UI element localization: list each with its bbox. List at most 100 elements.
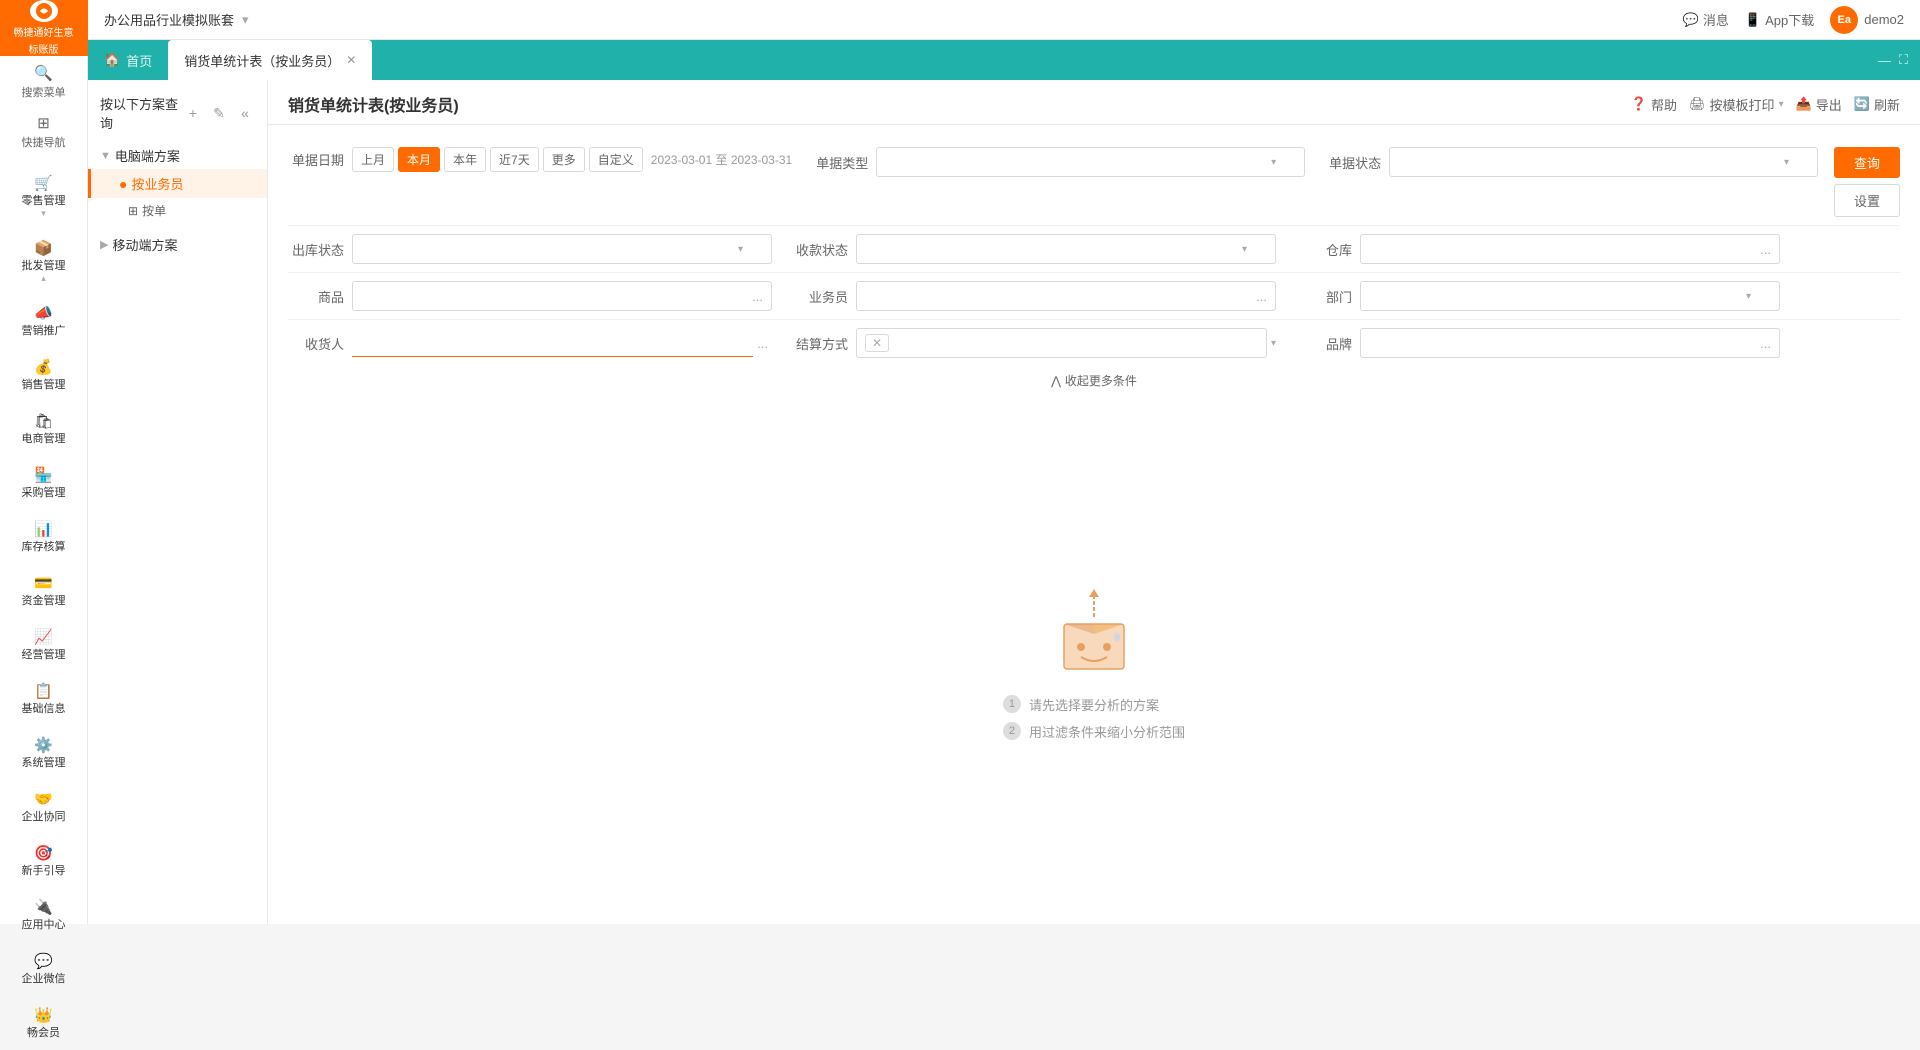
goods-dots[interactable]: ... — [752, 289, 763, 304]
sidebar-item-purchase[interactable]: 🏪 采购管理 — [0, 456, 87, 510]
apps-icon: 🔌 — [34, 898, 53, 916]
sidebar-item-inventory[interactable]: 📊 库存核算 — [0, 510, 87, 564]
sidebar-item-marketing-label: 营销推广 — [22, 322, 66, 338]
date-btn-more[interactable]: 更多 — [543, 147, 585, 172]
sidebar-item-system[interactable]: ⚙️ 系统管理 — [0, 726, 87, 780]
sidebar-item-basic[interactable]: 📋 基础信息 — [0, 672, 87, 726]
salesman-input[interactable]: ... — [856, 281, 1276, 311]
tab-minimize-icon[interactable]: — — [1878, 53, 1891, 68]
doc-status-select[interactable]: ▾ — [1389, 147, 1818, 177]
vip-icon: 👑 — [34, 1006, 53, 1024]
collapse-more-conditions[interactable]: ⋀ 收起更多条件 — [288, 366, 1900, 395]
sidebar-item-sales[interactable]: 💰 销售管理 — [0, 348, 87, 402]
ecommerce-icon: 🛍 — [34, 412, 53, 430]
tab-home[interactable]: 🏠 首页 — [88, 40, 168, 80]
query-button[interactable]: 查询 — [1834, 147, 1900, 178]
date-btn-this-month[interactable]: 本月 — [398, 147, 440, 172]
add-scheme-button[interactable]: + — [183, 103, 203, 123]
tab-sales-report[interactable]: 销货单统计表（按业务员） ✕ — [168, 40, 372, 80]
goods-input[interactable]: ... — [352, 281, 772, 311]
print-button[interactable]: 🖨 按模板打印 ▾ — [1689, 95, 1784, 114]
sidebar-item-marketing[interactable]: 📣 营销推广 — [0, 294, 87, 348]
tab-maximize-icon[interactable]: ⛶ — [1899, 52, 1908, 68]
print-label: 按模板打印 — [1710, 95, 1775, 114]
refresh-button[interactable]: 🔄 刷新 — [1854, 95, 1900, 114]
date-btn-7days[interactable]: 近7天 — [490, 147, 539, 172]
sidebar-item-beginner[interactable]: 🎯 新手引导 — [0, 834, 87, 888]
sidebar-item-wechat-label: 企业微信 — [22, 970, 66, 986]
message-button[interactable]: 💬 消息 — [1683, 10, 1729, 29]
settlement-arrow[interactable]: ▾ — [1271, 338, 1276, 349]
export-button[interactable]: 📤 导出 — [1796, 95, 1842, 114]
settlement-input-wrap[interactable]: ✕ — [856, 328, 1267, 358]
collapse-label: 收起更多条件 — [1065, 372, 1137, 389]
receipt-status-arrow: ▾ — [1242, 244, 1247, 255]
sidebar-item-inventory-label: 库存核算 — [22, 538, 66, 554]
tree-expand-icon: ▼ — [100, 150, 111, 162]
sidebar-logo[interactable]: 畅捷通好生意 标账版 — [0, 0, 88, 56]
scheme-item-order[interactable]: ⊞ 按单 — [88, 198, 267, 223]
date-btn-custom[interactable]: 自定义 — [589, 147, 643, 172]
sidebar-item-vip[interactable]: 👑 畅会员 — [0, 996, 87, 1050]
step-2-text: 用过滤条件来缩小分析范围 — [1029, 722, 1185, 741]
sidebar-item-retail-label: 零售管理 — [22, 192, 66, 208]
sidebar-quick-nav[interactable]: ⊞ 快捷导航 — [0, 108, 87, 156]
sidebar-item-apps[interactable]: 🔌 应用中心 — [0, 888, 87, 942]
receiver-dots[interactable]: ... — [753, 336, 772, 351]
warehouse-dots[interactable]: ... — [1760, 242, 1771, 257]
date-btn-last-month[interactable]: 上月 — [352, 147, 394, 172]
salesman-control: ... — [856, 281, 1276, 311]
doc-status-label: 单据状态 — [1325, 153, 1389, 172]
sidebar-item-wechat[interactable]: 💬 企业微信 — [0, 942, 87, 996]
dept-select[interactable]: ▾ — [1360, 281, 1780, 311]
date-btn-this-year[interactable]: 本年 — [444, 147, 486, 172]
doc-type-select[interactable]: ▾ — [876, 147, 1305, 177]
scheme-group-desktop-header[interactable]: ▼ 电脑端方案 — [88, 142, 267, 169]
retail-arrow: ▾ — [41, 208, 46, 219]
tree-mobile-expand-icon: ▶ — [100, 238, 108, 251]
date-label: 单据日期 — [288, 150, 352, 169]
receipt-status-select[interactable]: ▾ — [856, 234, 1276, 264]
collapse-icon: ⋀ — [1051, 374, 1061, 388]
message-label: 消息 — [1703, 10, 1729, 29]
sidebar-item-purchase-label: 采购管理 — [22, 484, 66, 500]
help-button[interactable]: ❓ 帮助 — [1631, 95, 1677, 114]
app-download-button[interactable]: 📱 App下载 — [1745, 10, 1814, 29]
goods-label: 商品 — [288, 287, 352, 306]
sidebar-search-label: 搜索菜单 — [22, 84, 66, 100]
scheme-group-mobile-label: 移动端方案 — [112, 235, 177, 254]
enterprise-icon: 🤝 — [34, 790, 53, 808]
collapse-panel-button[interactable]: « — [235, 103, 255, 123]
brand-dots[interactable]: ... — [1760, 336, 1771, 351]
filter-block: 单据日期 上月 本月 本年 近7天 更多 自定义 2023-03-01 至 20… — [268, 125, 1920, 395]
edit-scheme-button[interactable]: ✎ — [209, 103, 229, 123]
warehouse-input[interactable]: ... — [1360, 234, 1780, 264]
page-header: 销货单统计表(按业务员) ❓ 帮助 🖨 按模板打印 ▾ 📤 导出 — [268, 80, 1920, 125]
sidebar: 畅捷通好生意 标账版 🔍 搜索菜单 ⊞ 快捷导航 🛒 零售管理 ▾ 📦 批发管理… — [0, 0, 88, 924]
sidebar-item-wholesale[interactable]: 📦 批发管理 ▴ — [0, 229, 87, 294]
sidebar-search-menu[interactable]: 🔍 搜索菜单 — [0, 56, 87, 108]
settlement-tag: ✕ — [865, 334, 889, 352]
wholesale-arrow: ▴ — [41, 273, 46, 284]
sidebar-item-retail[interactable]: 🛒 零售管理 ▾ — [0, 164, 87, 229]
user-menu[interactable]: Ea demo2 — [1830, 6, 1904, 34]
out-status-select[interactable]: ▾ — [352, 234, 772, 264]
print-arrow: ▾ — [1779, 99, 1784, 110]
system-icon: ⚙️ — [34, 736, 53, 754]
sidebar-item-finance[interactable]: 💳 资金管理 — [0, 564, 87, 618]
brand-input[interactable]: ... — [1360, 328, 1780, 358]
breadcrumb: 办公用品行业模拟账套 — [104, 10, 234, 29]
receiver-input[interactable] — [352, 329, 753, 357]
settlement-tag-close[interactable]: ✕ — [872, 336, 882, 350]
sidebar-item-ecommerce[interactable]: 🛍 电商管理 — [0, 402, 87, 456]
scheme-item-salesman[interactable]: ● 按业务员 — [88, 169, 267, 198]
tab-close-icon[interactable]: ✕ — [346, 53, 356, 67]
sidebar-item-enterprise[interactable]: 🤝 企业协同 — [0, 780, 87, 834]
setting-button[interactable]: 设置 — [1834, 184, 1900, 217]
salesman-dots[interactable]: ... — [1256, 289, 1267, 304]
app-download-label: App下载 — [1765, 10, 1814, 29]
sidebar-item-operations[interactable]: 📈 经营管理 — [0, 618, 87, 672]
scheme-group-mobile-header[interactable]: ▶ 移动端方案 — [88, 231, 267, 258]
main-area: 办公用品行业模拟账套 ▾ 💬 消息 📱 App下载 Ea demo2 🏠 首页 — [88, 0, 1920, 924]
step-1-text: 请先选择要分析的方案 — [1029, 695, 1159, 714]
